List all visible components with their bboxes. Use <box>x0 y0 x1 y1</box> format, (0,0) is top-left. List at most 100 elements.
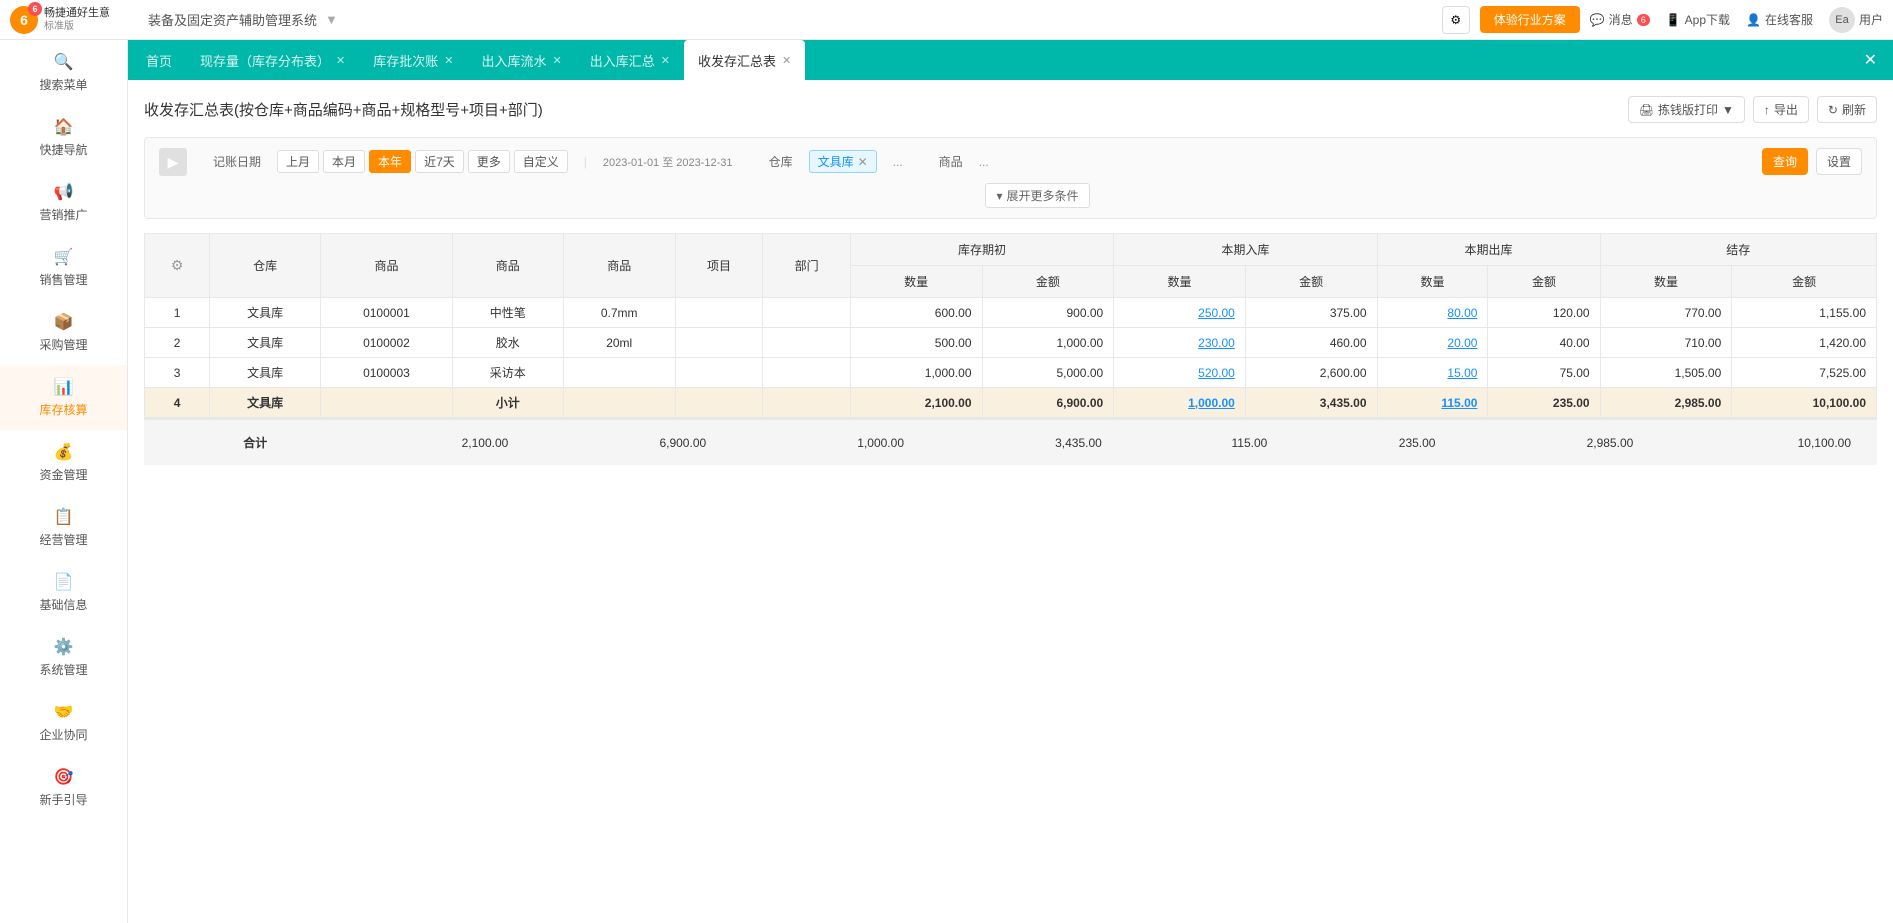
sidebar-item-finance[interactable]: 💰 资金管理 <box>0 430 127 495</box>
tab-batch[interactable]: 库存批次账 ✕ <box>359 40 467 80</box>
col-settings[interactable]: ⚙ <box>145 234 210 298</box>
sidebar-item-marketing[interactable]: 📢 营销推广 <box>0 170 127 235</box>
sidebar-item-sales[interactable]: 🛒 销售管理 <box>0 235 127 300</box>
footer-out-qty: 115.00 <box>1112 428 1278 457</box>
row-warehouse: 文具库 <box>210 388 321 418</box>
refresh-button[interactable]: ↻ 刷新 <box>1817 96 1877 123</box>
row-warehouse: 文具库 <box>210 328 321 358</box>
tab-close-recv-send[interactable]: ✕ <box>782 54 791 67</box>
tab-close-stock-dist[interactable]: ✕ <box>336 54 345 67</box>
system-title: 装备及固定资产辅助管理系统 <box>148 10 317 29</box>
settings-filter-button[interactable]: 设置 <box>1816 148 1862 175</box>
row-opening-qty: 2,100.00 <box>850 388 982 418</box>
footer-total-label: 合计 <box>190 428 321 457</box>
online-service-button[interactable]: 👤 在线客服 <box>1746 11 1813 28</box>
footer-table: 合计 2,100.00 6,900.00 1,000.00 3,435.00 1… <box>160 428 1861 457</box>
tab-inout-flow[interactable]: 出入库流水 ✕ <box>467 40 575 80</box>
sidebar-item-quick-nav[interactable]: 🏠 快捷导航 <box>0 105 127 170</box>
row-project <box>675 328 763 358</box>
row-in-qty[interactable]: 230.00 <box>1114 328 1246 358</box>
goods-more[interactable]: ... <box>979 155 989 169</box>
export-button[interactable]: ↑ 导出 <box>1753 96 1809 123</box>
warehouse-more[interactable]: ... <box>893 155 903 169</box>
download-icon: 📱 <box>1666 13 1681 27</box>
expand-icon: ▾ <box>996 189 1002 203</box>
col-out-amt: 金额 <box>1488 266 1600 298</box>
tab-stock-dist[interactable]: 现存量（库存分布表） ✕ <box>186 40 359 80</box>
date-btn-this-month[interactable]: 本月 <box>323 150 365 173</box>
tab-close-inout-flow[interactable]: ✕ <box>553 54 562 67</box>
expand-conditions-button[interactable]: ▾ 展开更多条件 <box>985 183 1089 208</box>
row-out-amt: 40.00 <box>1488 328 1600 358</box>
print-button[interactable]: 🖨 拣钱版打印 ▼ <box>1628 96 1745 123</box>
row-out-qty[interactable]: 20.00 <box>1377 328 1488 358</box>
date-btn-custom[interactable]: 自定义 <box>514 150 568 173</box>
operations-icon: 📋 <box>54 507 74 527</box>
warehouse-tag-close[interactable]: ✕ <box>858 155 868 169</box>
sidebar-item-inventory[interactable]: 📊 库存核算 <box>0 365 127 430</box>
sidebar-label-purchase: 采购管理 <box>39 336 87 353</box>
app-logo: 6 6 <box>10 6 38 34</box>
purchase-icon: 📦 <box>54 312 74 332</box>
sidebar-item-basic[interactable]: 📄 基础信息 <box>0 560 127 625</box>
row-bal-qty: 710.00 <box>1600 328 1732 358</box>
date-btn-this-year[interactable]: 本年 <box>369 150 411 173</box>
footer-opening-qty: 2,100.00 <box>321 428 519 457</box>
tab-close-inout-summary[interactable]: ✕ <box>661 54 670 67</box>
row-project <box>675 298 763 328</box>
col-group-opening: 库存期初 <box>850 234 1113 266</box>
date-btn-more[interactable]: 更多 <box>468 150 510 173</box>
date-btn-last-month[interactable]: 上月 <box>277 150 319 173</box>
sidebar-item-search[interactable]: 🔍 搜索菜单 <box>0 40 127 105</box>
row-in-qty[interactable]: 520.00 <box>1114 358 1246 388</box>
row-in-amt: 375.00 <box>1245 298 1377 328</box>
row-in-amt: 460.00 <box>1245 328 1377 358</box>
sidebar-item-enterprise[interactable]: 🤝 企业协同 <box>0 690 127 755</box>
col-bal-qty: 数量 <box>1600 266 1732 298</box>
app-download-button[interactable]: 📱 App下载 <box>1666 11 1730 28</box>
settings-button[interactable]: ⚙ <box>1442 6 1470 34</box>
sidebar-item-purchase[interactable]: 📦 采购管理 <box>0 300 127 365</box>
user-area[interactable]: Ea 用户 <box>1829 7 1883 33</box>
col-code-header: 商品 <box>321 234 453 298</box>
sidebar-label-search: 搜索菜单 <box>39 76 87 93</box>
query-button[interactable]: 查询 <box>1762 148 1808 175</box>
inventory-icon: 📊 <box>54 377 74 397</box>
row-out-qty[interactable]: 15.00 <box>1377 358 1488 388</box>
row-bal-qty: 1,505.00 <box>1600 358 1732 388</box>
row-out-amt: 75.00 <box>1488 358 1600 388</box>
row-in-qty[interactable]: 1,000.00 <box>1114 388 1246 418</box>
row-out-qty[interactable]: 80.00 <box>1377 298 1488 328</box>
tab-close-batch[interactable]: ✕ <box>444 54 453 67</box>
message-button[interactable]: 💬 消息 6 <box>1590 11 1650 28</box>
sidebar-item-operations[interactable]: 📋 经营管理 <box>0 495 127 560</box>
sidebar-item-system[interactable]: ⚙️ 系统管理 <box>0 625 127 690</box>
row-warehouse: 文具库 <box>210 358 321 388</box>
tab-inout-summary[interactable]: 出入库汇总 ✕ <box>576 40 684 80</box>
footer-out-amt: 235.00 <box>1277 428 1445 457</box>
col-name-header: 商品 <box>452 234 563 298</box>
row-bal-qty: 770.00 <box>1600 298 1732 328</box>
col-dept-header: 部门 <box>763 234 851 298</box>
row-in-qty[interactable]: 250.00 <box>1114 298 1246 328</box>
date-btn-7days[interactable]: 近7天 <box>415 150 464 173</box>
tabs-close-all-button[interactable]: ✕ <box>1852 50 1889 70</box>
row-name: 中性笔 <box>452 298 563 328</box>
tab-home[interactable]: 首页 <box>132 40 186 80</box>
table-settings-icon[interactable]: ⚙ <box>171 257 184 273</box>
row-out-qty[interactable]: 115.00 <box>1377 388 1488 418</box>
tab-recv-send[interactable]: 收发存汇总表 ✕ <box>684 40 805 80</box>
data-table: ⚙ 仓库 商品 商品 商品 项目 部门 库存期初 本期入库 本期出库 结存 <box>144 233 1877 418</box>
trial-button[interactable]: 体验行业方案 <box>1480 6 1580 33</box>
sidebar-label-guide: 新手引导 <box>39 791 87 808</box>
row-spec: 0.7mm <box>563 298 675 328</box>
table-row: 4 文具库 小计 2,100.00 6,900.00 1,000.00 3,43… <box>145 388 1877 418</box>
filter-collapse-button[interactable]: ▶ <box>159 148 187 176</box>
sidebar-item-guide[interactable]: 🎯 新手引导 <box>0 755 127 820</box>
row-dept <box>763 328 851 358</box>
row-spec <box>563 358 675 388</box>
sidebar-label-finance: 资金管理 <box>39 466 87 483</box>
row-bal-amt: 7,525.00 <box>1732 358 1877 388</box>
row-opening-amt: 900.00 <box>982 298 1114 328</box>
system-dropdown-icon[interactable]: ▼ <box>325 12 338 27</box>
